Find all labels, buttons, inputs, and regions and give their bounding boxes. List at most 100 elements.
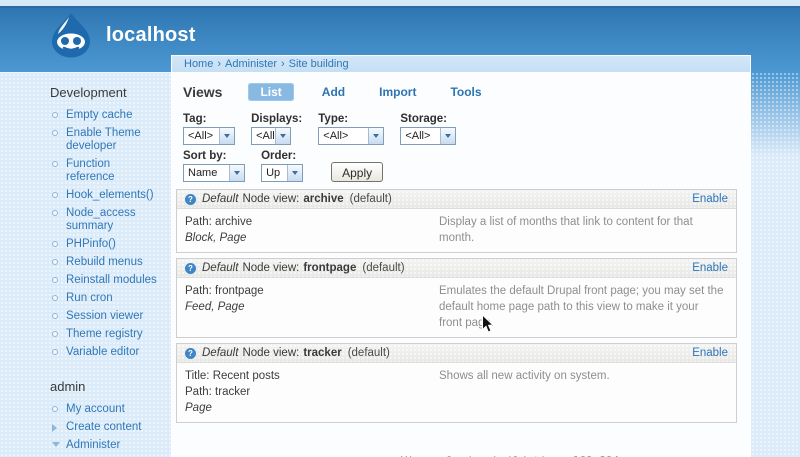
view-row-tracker: ? Default Node view: tracker (default) E… [176, 343, 737, 423]
view-title: Title: Recent posts [185, 370, 280, 382]
view-kind-label: Node view: [242, 347, 300, 359]
view-type-label: Default [202, 193, 239, 205]
sidebar-item-hook-elements[interactable]: Hook_elements() [50, 189, 158, 202]
page-title: Views [183, 84, 223, 100]
circle-bullet-icon [52, 406, 58, 412]
apply-button[interactable]: Apply [331, 162, 384, 182]
druplicon-logo[interactable] [46, 12, 96, 58]
sort-by-select[interactable]: Name [183, 164, 245, 182]
sidebar-item-empty-cache[interactable]: Empty cache [50, 109, 158, 122]
view-suffix: (default) [349, 193, 392, 205]
view-displays: Block, Page [185, 232, 247, 244]
tag-select[interactable]: <All> [183, 127, 235, 145]
view-name: tracker [303, 347, 342, 359]
filter-storage: Storage: <All> [400, 113, 457, 145]
circle-bullet-icon [52, 210, 58, 216]
right-background-strip [751, 72, 800, 457]
view-details: Path: frontpage Feed, Page [185, 283, 439, 331]
dropdown-arrow-icon[interactable] [368, 128, 384, 144]
sidebar-item-enable-theme-developer[interactable]: Enable Theme developer [50, 127, 158, 153]
enable-link[interactable]: Enable [692, 347, 728, 359]
view-details: Path: archive Block, Page [185, 214, 439, 246]
circle-bullet-icon [52, 277, 58, 283]
circle-bullet-icon [52, 112, 58, 118]
dropdown-arrow-icon[interactable] [440, 128, 456, 144]
breadcrumb-link-home[interactable]: Home [184, 58, 213, 70]
dropdown-arrow-icon[interactable] [219, 128, 234, 144]
sidebar-admin-list: My account Create content Administer Con… [50, 403, 171, 457]
breadcrumb-separator: › [280, 58, 285, 70]
views-list: ? Default Node view: archive (default) E… [176, 189, 737, 423]
sidebar-item-session-viewer[interactable]: Session viewer [50, 310, 158, 323]
view-description: Emulates the default Drupal front page; … [439, 285, 724, 329]
tab-import[interactable]: Import [373, 83, 422, 101]
enable-link[interactable]: Enable [692, 262, 728, 274]
content-panel: Home › Administer › Site building Views List… [171, 55, 751, 457]
help-icon[interactable]: ? [185, 347, 196, 359]
view-displays: Page [185, 402, 212, 414]
circle-bullet-icon [52, 130, 58, 136]
site-name[interactable]: localhost [106, 24, 196, 47]
tab-add[interactable]: Add [316, 83, 351, 101]
breadcrumb-link-administer[interactable]: Administer [225, 58, 277, 70]
view-description: Shows all new activity on system. [439, 370, 610, 382]
sidebar-item-my-account[interactable]: My account [50, 403, 158, 416]
top-strip [0, 0, 800, 8]
circle-bullet-icon [52, 313, 58, 319]
collapsed-arrow-icon [52, 424, 57, 432]
dropdown-arrow-icon[interactable] [229, 165, 244, 181]
order-select[interactable]: Up [261, 164, 304, 182]
help-icon[interactable]: ? [185, 193, 196, 205]
dropdown-arrow-icon[interactable] [275, 128, 291, 144]
view-displays: Feed, Page [185, 301, 245, 313]
tab-list[interactable]: List [248, 83, 294, 101]
type-label: Type: [318, 113, 349, 125]
view-name: frontpage [303, 262, 357, 274]
filter-sort-by: Sort by: Name [183, 150, 245, 182]
dropdown-arrow-icon[interactable] [287, 165, 303, 181]
sidebar-item-administer[interactable]: Administer [50, 439, 158, 452]
sidebar-item-run-cron[interactable]: Run cron [50, 292, 158, 305]
sidebar-item-variable-editor[interactable]: Variable editor [50, 346, 158, 359]
storage-select[interactable]: <All> [400, 127, 457, 145]
circle-bullet-icon [52, 161, 58, 167]
breadcrumb-link-site-building[interactable]: Site building [289, 58, 349, 70]
sidebar-item-rebuild-menus[interactable]: Rebuild menus [50, 256, 158, 269]
tabs-row: Views List Add Import Tools [183, 81, 750, 103]
view-details: Title: Recent posts Path: tracker Page [185, 368, 439, 416]
circle-bullet-icon [52, 349, 58, 355]
view-path: Path: archive [185, 216, 253, 228]
view-row-archive: ? Default Node view: archive (default) E… [176, 189, 737, 253]
type-select[interactable]: <All> [318, 127, 385, 145]
circle-bullet-icon [52, 295, 58, 301]
help-icon[interactable]: ? [185, 262, 196, 274]
sidebar-section-title-admin: admin [50, 379, 86, 394]
sidebar-development-list: Empty cache Enable Theme developer Funct… [50, 109, 171, 359]
sidebar-item-theme-registry[interactable]: Theme registry [50, 328, 158, 341]
view-path: Path: frontpage [185, 285, 264, 297]
view-path: Path: tracker [185, 386, 251, 398]
view-suffix: (default) [347, 347, 390, 359]
view-description: Display a list of months that link to co… [439, 216, 693, 244]
sidebar-item-reinstall-modules[interactable]: Reinstall modules [50, 274, 158, 287]
sidebar-item-node-access-summary[interactable]: Node_access summary [50, 207, 158, 233]
tab-tools[interactable]: Tools [444, 83, 487, 101]
enable-link[interactable]: Enable [692, 193, 728, 205]
view-row-body: Title: Recent posts Path: tracker Page S… [177, 363, 736, 422]
view-kind-label: Node view: [242, 193, 300, 205]
tag-label: Tag: [183, 113, 207, 125]
view-row-frontpage: ? Default Node view: frontpage (default)… [176, 258, 737, 338]
view-row-body: Path: archive Block, Page Display a list… [177, 209, 736, 252]
sidebar-item-function-reference[interactable]: Function reference [50, 158, 158, 184]
filters: Tag: <All> Displays: <All> Type: <All> S… [183, 113, 750, 182]
displays-select[interactable]: <All> [251, 127, 292, 145]
filter-displays: Displays: <All> [251, 113, 302, 145]
filters-row-2: Sort by: Name Order: Up Apply [183, 150, 750, 182]
view-type-label: Default [202, 262, 239, 274]
filter-order: Order: Up [261, 150, 304, 182]
view-row-header: ? Default Node view: tracker (default) E… [177, 344, 736, 363]
sidebar-item-phpinfo[interactable]: PHPinfo() [50, 238, 158, 251]
sidebar-item-create-content[interactable]: Create content [50, 421, 158, 434]
view-kind-label: Node view: [242, 262, 300, 274]
sort-by-label: Sort by: [183, 150, 227, 162]
